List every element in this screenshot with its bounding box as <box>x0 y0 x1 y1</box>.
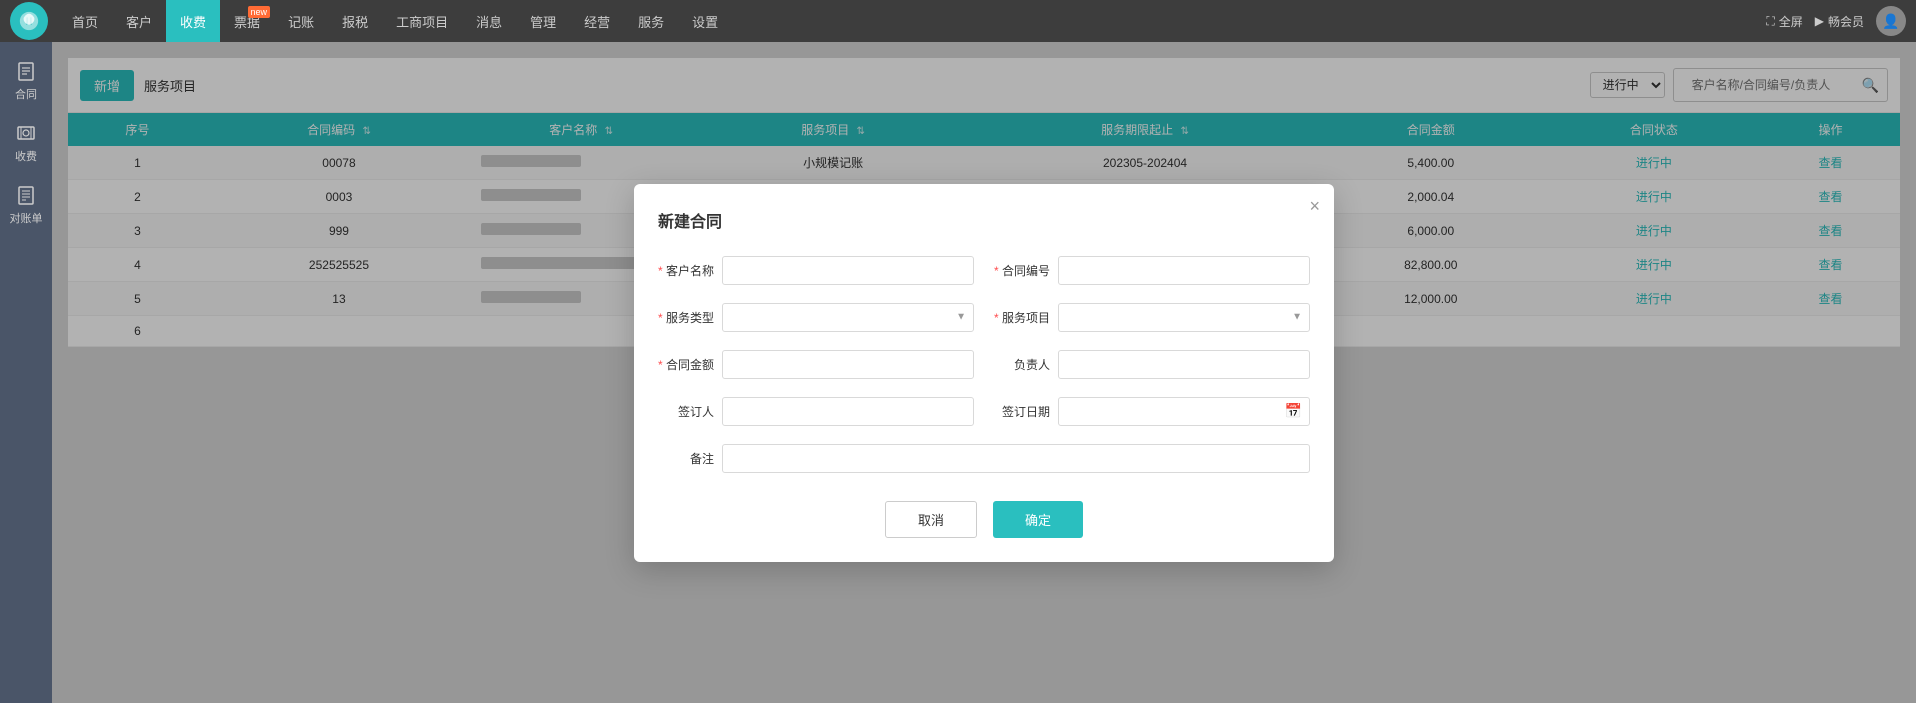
nav-right: ⛶ 全屏 ▶ 畅会员 👤 <box>1766 6 1906 36</box>
select-service-item-wrap <box>1058 303 1310 332</box>
modal-overlay: × 新建合同 客户名称 合同编号 服务类型 <box>52 42 1916 703</box>
label-sign-date: 签订日期 <box>994 403 1050 420</box>
field-sign-date: 签订日期 2023-06-06 📅 <box>994 397 1310 426</box>
nav-home[interactable]: 首页 <box>58 0 112 42</box>
cancel-button[interactable]: 取消 <box>885 501 977 538</box>
form-row-3: 合同金额 0.00 负责人 <box>658 350 1310 379</box>
label-service-type: 服务类型 <box>658 309 714 326</box>
nav-customer[interactable]: 客户 <box>112 0 166 42</box>
label-remark: 备注 <box>658 450 714 467</box>
content-area: 新增 服务项目 进行中 已完成 已终止 🔍 <box>52 42 1916 703</box>
modal-title: 新建合同 <box>658 208 1310 232</box>
modal-footer: 取消 确定 <box>658 501 1310 538</box>
nav-business[interactable]: 工商项目 <box>382 0 462 42</box>
nav-operation[interactable]: 经营 <box>570 0 624 42</box>
modal-close-button[interactable]: × <box>1309 196 1320 217</box>
input-remark[interactable] <box>722 444 1310 473</box>
input-contract-amount[interactable]: 0.00 <box>722 350 974 379</box>
label-responsible: 负责人 <box>994 356 1050 373</box>
statement-icon <box>15 184 37 206</box>
member-btn[interactable]: ▶ 畅会员 <box>1815 13 1864 30</box>
select-service-type[interactable] <box>722 303 974 332</box>
label-customer-name: 客户名称 <box>658 262 714 279</box>
label-contract-amount: 合同金额 <box>658 356 714 373</box>
input-sign-date[interactable]: 2023-06-06 <box>1058 397 1310 426</box>
fullscreen-btn[interactable]: ⛶ 全屏 <box>1766 13 1802 30</box>
nav-message[interactable]: 消息 <box>462 0 516 42</box>
sidebar: 合同 收费 <box>0 42 52 703</box>
main-nav: 首页 客户 收费 票据 new 记账 报税 工商项目 消息 管理 经营 <box>58 0 1766 42</box>
form-row-4: 签订人 签订日期 2023-06-06 📅 <box>658 397 1310 426</box>
play-icon: ▶ <box>1815 14 1824 28</box>
avatar-icon: 👤 <box>1882 13 1899 30</box>
field-service-item: 服务项目 <box>994 303 1310 332</box>
label-signer: 签订人 <box>658 403 714 420</box>
select-service-type-wrap <box>722 303 974 332</box>
field-responsible: 负责人 <box>994 350 1310 379</box>
nav-tax[interactable]: 报税 <box>328 0 382 42</box>
label-contract-code: 合同编号 <box>994 262 1050 279</box>
new-badge: new <box>248 6 271 18</box>
field-service-type: 服务类型 <box>658 303 974 332</box>
fullscreen-icon: ⛶ <box>1766 14 1774 29</box>
label-service-item: 服务项目 <box>994 309 1050 326</box>
form-row-1: 客户名称 合同编号 <box>658 256 1310 285</box>
input-customer-name[interactable] <box>722 256 974 285</box>
date-wrap: 2023-06-06 📅 <box>1058 397 1310 426</box>
nav-manage[interactable]: 管理 <box>516 0 570 42</box>
input-contract-code[interactable] <box>1058 256 1310 285</box>
field-signer: 签订人 <box>658 397 974 426</box>
sidebar-item-contract[interactable]: 合同 <box>0 50 52 112</box>
sidebar-item-fee[interactable]: 收费 <box>0 112 52 174</box>
sidebar-item-statement[interactable]: 对账单 <box>0 174 52 236</box>
contract-icon <box>15 60 37 82</box>
form-row-5: 备注 <box>658 444 1310 473</box>
avatar[interactable]: 👤 <box>1876 6 1906 36</box>
field-contract-code: 合同编号 <box>994 256 1310 285</box>
field-remark: 备注 <box>658 444 1310 473</box>
confirm-button[interactable]: 确定 <box>993 501 1083 538</box>
input-responsible[interactable] <box>1058 350 1310 379</box>
nav-fee[interactable]: 收费 <box>166 0 220 42</box>
field-contract-amount: 合同金额 0.00 <box>658 350 974 379</box>
input-signer[interactable] <box>722 397 974 426</box>
field-customer-name: 客户名称 <box>658 256 974 285</box>
top-navigation: 首页 客户 收费 票据 new 记账 报税 工商项目 消息 管理 经营 <box>0 0 1916 42</box>
nav-service[interactable]: 服务 <box>624 0 678 42</box>
form-row-2: 服务类型 服务项目 <box>658 303 1310 332</box>
main-layout: 合同 收费 <box>0 42 1916 703</box>
nav-bookkeeping[interactable]: 记账 <box>274 0 328 42</box>
nav-invoice[interactable]: 票据 new <box>220 0 274 42</box>
select-service-item[interactable] <box>1058 303 1310 332</box>
fee-icon <box>15 122 37 144</box>
app-logo <box>10 2 48 40</box>
nav-settings[interactable]: 设置 <box>678 0 732 42</box>
create-contract-modal: × 新建合同 客户名称 合同编号 服务类型 <box>634 184 1334 562</box>
